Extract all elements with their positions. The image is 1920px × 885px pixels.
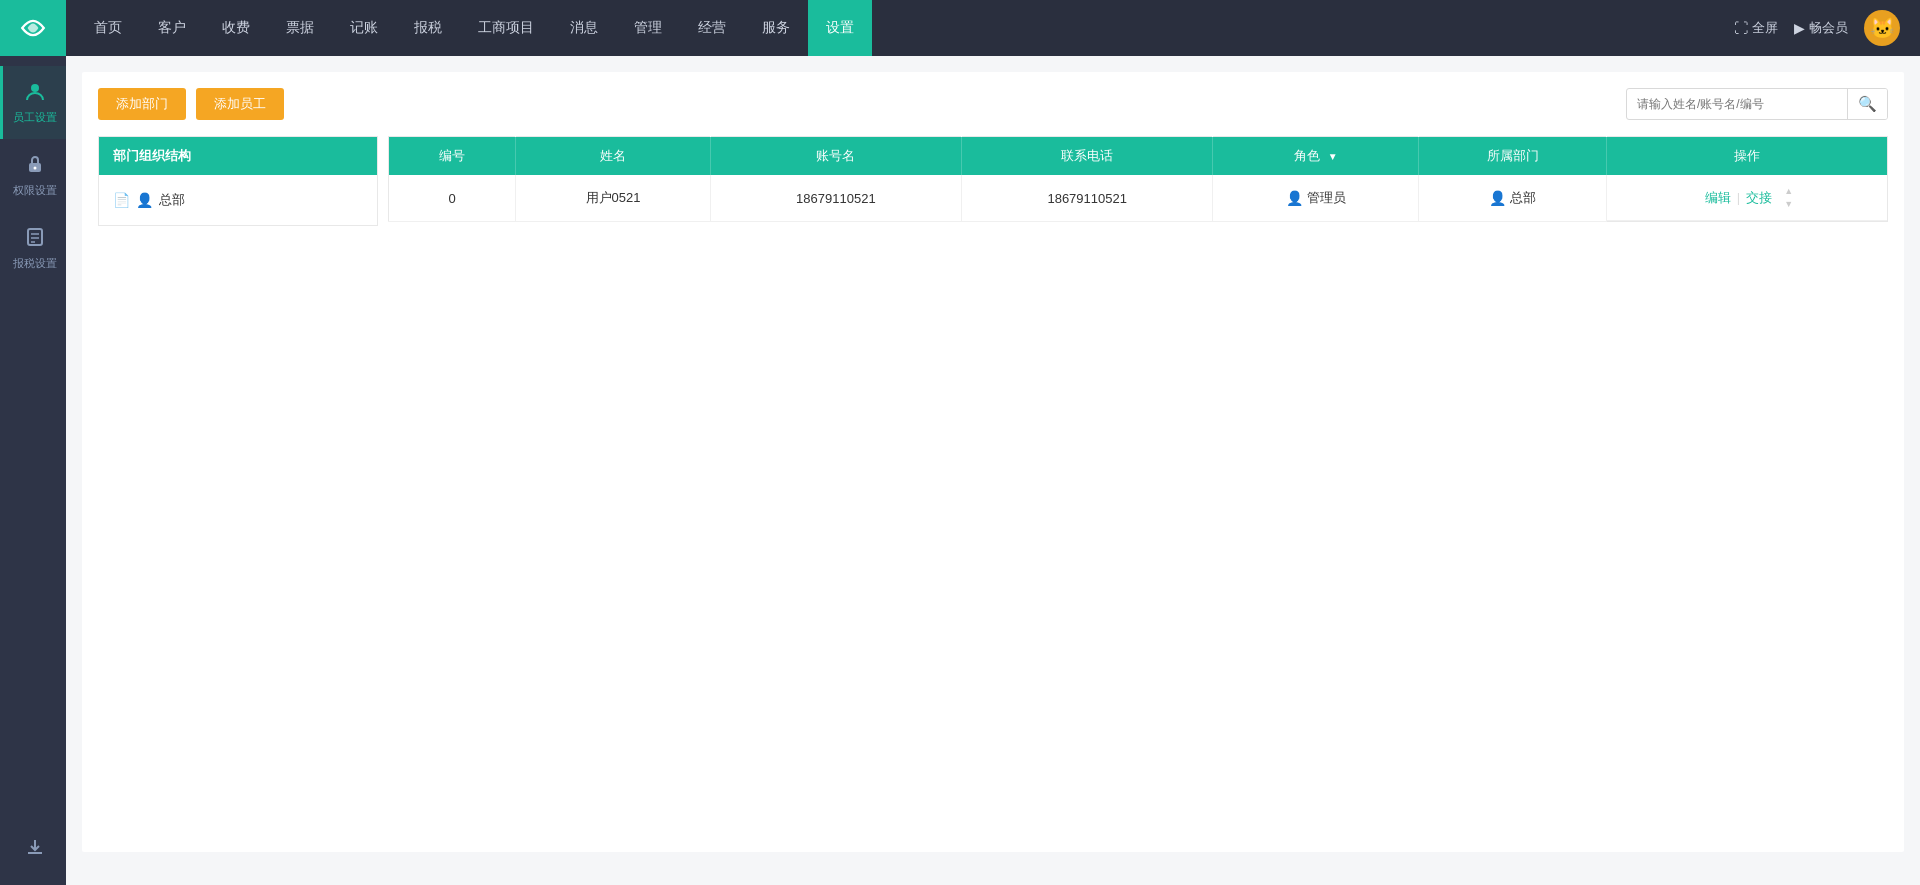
search-input[interactable] — [1627, 97, 1847, 111]
content-panel: 添加部门 添加员工 🔍 部门组织结构 📄 👤 总部 — [82, 72, 1904, 852]
row-scroll-arrows: ▲ ▼ — [1784, 185, 1793, 210]
employee-table-wrapper: 编号 姓名 账号名 联系电话 角色 ▼ 所属部门 操作 — [388, 136, 1888, 222]
sidebar-download[interactable] — [0, 822, 66, 875]
search-icon: 🔍 — [1858, 95, 1877, 113]
nav-item-tax[interactable]: 报税 — [396, 0, 460, 56]
main-content: 添加部门 添加员工 🔍 部门组织结构 📄 👤 总部 — [66, 56, 1920, 885]
nav-item-tickets[interactable]: 票据 — [268, 0, 332, 56]
dept-tree: 部门组织结构 📄 👤 总部 — [98, 136, 378, 226]
employee-table: 编号 姓名 账号名 联系电话 角色 ▼ 所属部门 操作 — [388, 136, 1888, 222]
add-employee-button[interactable]: 添加员工 — [196, 88, 284, 120]
dept-node-general[interactable]: 📄 👤 总部 — [113, 185, 363, 215]
cell-account: 18679110521 — [710, 175, 961, 222]
table-area: 部门组织结构 📄 👤 总部 编号 姓名 账号名 — [98, 136, 1888, 226]
nav-item-settings[interactable]: 设置 — [808, 0, 872, 56]
search-button[interactable]: 🔍 — [1847, 88, 1887, 120]
file-icon: 📄 — [113, 192, 130, 208]
vip-button[interactable]: ▶ 畅会员 — [1794, 19, 1848, 37]
cell-role: 👤 管理员 — [1213, 175, 1419, 222]
nav-item-commerce[interactable]: 工商项目 — [460, 0, 552, 56]
sidebar-item-employee-label: 员工设置 — [13, 110, 57, 125]
dept-person-icon: 👤 — [1489, 190, 1506, 206]
cell-actions: 编辑 | 交接 ▲ ▼ — [1607, 175, 1887, 221]
transfer-action[interactable]: 交接 — [1746, 189, 1772, 207]
sidebar: 员工设置 权限设置 报税设置 — [0, 56, 66, 885]
nav-item-manage[interactable]: 管理 — [616, 0, 680, 56]
add-dept-button[interactable]: 添加部门 — [98, 88, 186, 120]
report-icon — [24, 226, 46, 251]
nav-right: ⛶ 全屏 ▶ 畅会员 🐱 — [1734, 10, 1920, 46]
download-icon — [24, 836, 46, 861]
nav-item-fees[interactable]: 收费 — [204, 0, 268, 56]
col-header-phone: 联系电话 — [962, 137, 1213, 176]
nav-items: 首页 客户 收费 票据 记账 报税 工商项目 消息 管理 经营 服务 设置 — [66, 0, 1734, 56]
fullscreen-icon: ⛶ — [1734, 20, 1748, 36]
cell-name: 用户0521 — [516, 175, 710, 222]
sidebar-item-permissions[interactable]: 权限设置 — [0, 139, 66, 212]
col-header-id: 编号 — [389, 137, 516, 176]
action-divider: | — [1737, 190, 1740, 205]
col-header-action: 操作 — [1607, 137, 1888, 176]
nav-item-home[interactable]: 首页 — [76, 0, 140, 56]
employee-icon — [24, 80, 46, 105]
cell-dept: 👤 总部 — [1419, 175, 1607, 222]
dept-name: 总部 — [159, 191, 185, 209]
dept-tree-body: 📄 👤 总部 — [99, 175, 377, 225]
avatar[interactable]: 🐱 — [1864, 10, 1900, 46]
svg-point-2 — [33, 167, 36, 170]
svg-point-0 — [31, 84, 39, 92]
nav-item-messages[interactable]: 消息 — [552, 0, 616, 56]
sidebar-item-tax-settings[interactable]: 报税设置 — [0, 212, 66, 285]
dept-person-icon: 👤 — [136, 192, 153, 208]
avatar-icon: 🐱 — [1870, 16, 1895, 40]
lock-icon — [24, 153, 46, 178]
col-header-name: 姓名 — [516, 137, 710, 176]
edit-action[interactable]: 编辑 — [1705, 189, 1731, 207]
up-arrow[interactable]: ▲ — [1784, 185, 1793, 198]
cell-id: 0 — [389, 175, 516, 222]
sort-icon: ▼ — [1328, 151, 1338, 162]
sidebar-item-tax-settings-label: 报税设置 — [13, 256, 57, 271]
toolbar: 添加部门 添加员工 🔍 — [98, 88, 1888, 120]
nav-item-customer[interactable]: 客户 — [140, 0, 204, 56]
nav-item-accounting[interactable]: 记账 — [332, 0, 396, 56]
down-arrow[interactable]: ▼ — [1784, 198, 1793, 211]
sidebar-item-permissions-label: 权限设置 — [13, 183, 57, 198]
col-header-account: 账号名 — [710, 137, 961, 176]
sidebar-bottom — [0, 822, 66, 885]
nav-item-service[interactable]: 服务 — [744, 0, 808, 56]
top-nav: 首页 客户 收费 票据 记账 报税 工商项目 消息 管理 经营 服务 设置 ⛶ … — [0, 0, 1920, 56]
dept-tree-header: 部门组织结构 — [99, 137, 377, 175]
logo[interactable] — [0, 0, 66, 56]
search-box: 🔍 — [1626, 88, 1888, 120]
col-header-role: 角色 ▼ — [1213, 137, 1419, 176]
vip-icon: ▶ — [1794, 20, 1805, 36]
fullscreen-button[interactable]: ⛶ 全屏 — [1734, 19, 1778, 37]
sidebar-item-employee[interactable]: 员工设置 — [0, 66, 66, 139]
table-row: 0 用户0521 18679110521 18679110521 👤 管理员 — [389, 175, 1888, 222]
nav-item-operation[interactable]: 经营 — [680, 0, 744, 56]
cell-phone: 18679110521 — [962, 175, 1213, 222]
col-header-dept: 所属部门 — [1419, 137, 1607, 176]
role-person-icon: 👤 — [1286, 190, 1303, 206]
